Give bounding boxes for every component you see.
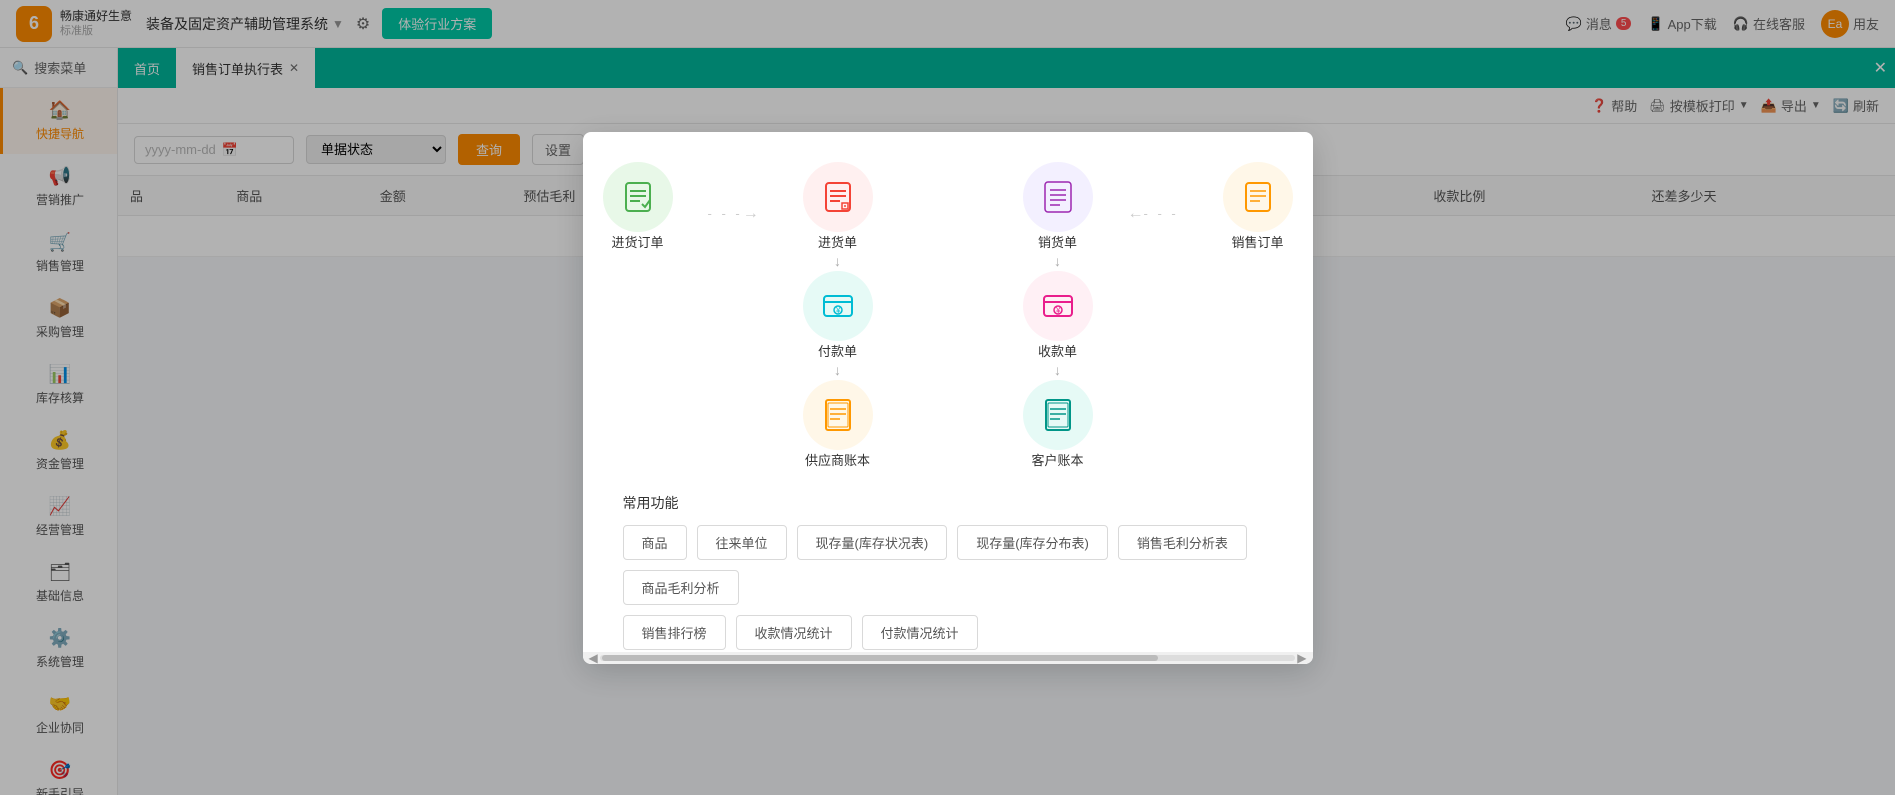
flow-node-receipt-bill[interactable]: ¥ 收款单 (988, 271, 1128, 360)
sales-bill-circle (1023, 162, 1093, 232)
overlay[interactable]: 进货订单 - - - → 进货单 (0, 0, 1895, 795)
sales-order-label: 销售订单 (1231, 232, 1283, 251)
payment-bill-label: 付款单 (818, 341, 857, 360)
func-btn-payment-stats[interactable]: 付款情况统计 (862, 615, 978, 650)
purchase-order-circle (603, 162, 673, 232)
svg-text:¥: ¥ (835, 306, 841, 315)
svg-text:¥: ¥ (1055, 306, 1061, 315)
flow-popup: 进货订单 - - - → 进货单 (583, 132, 1313, 664)
arrow-down-receipt: ↓ (1054, 362, 1061, 378)
flow-node-purchase-bill[interactable]: 进货单 (768, 162, 908, 251)
receipt-bill-circle: ¥ (1023, 271, 1093, 341)
flow-node-supplier-ledger[interactable]: 供应商账本 (768, 380, 908, 469)
scrollbar-track[interactable] (600, 655, 1296, 661)
receipt-bill-label: 收款单 (1038, 341, 1077, 360)
flow-node-sales-bill[interactable]: 销货单 (988, 162, 1128, 251)
purchase-order-label: 进货订单 (611, 232, 663, 251)
func-btn-product[interactable]: 商品 (623, 525, 687, 560)
arrow-down-purchase-bill: ↓ (834, 253, 841, 269)
flow-node-purchase-order[interactable]: 进货订单 (583, 162, 708, 251)
func-btn-product-gross[interactable]: 商品毛利分析 (623, 570, 739, 605)
func-buttons-row2: 销售排行榜 收款情况统计 付款情况统计 (623, 615, 1273, 650)
purchase-bill-label: 进货单 (818, 232, 857, 251)
supplier-ledger-circle (803, 380, 873, 450)
arrow-down-sales-bill: ↓ (1054, 253, 1061, 269)
func-btn-receipt-stats[interactable]: 收款情况统计 (736, 615, 852, 650)
sales-order-circle (1223, 162, 1293, 232)
purchase-bill-circle (803, 162, 873, 232)
func-btn-sales-gross[interactable]: 销售毛利分析表 (1118, 525, 1247, 560)
func-btn-partners[interactable]: 往来单位 (697, 525, 787, 560)
customer-ledger-circle (1023, 380, 1093, 450)
func-btn-inventory-dist[interactable]: 现存量(库存分布表) (957, 525, 1108, 560)
payment-bill-circle: ¥ (803, 271, 873, 341)
flow-node-customer-ledger[interactable]: 客户账本 (988, 380, 1128, 469)
scroll-right-icon[interactable]: ▶ (1295, 651, 1308, 664)
func-buttons-row1: 商品 往来单位 现存量(库存状况表) 现存量(库存分布表) 销售毛利分析表 商品… (623, 525, 1273, 605)
flow-node-payment-bill[interactable]: ¥ 付款单 (768, 271, 908, 360)
flow-node-sales-order[interactable]: 销售订单 (1188, 162, 1313, 251)
sales-bill-label: 销货单 (1038, 232, 1077, 251)
popup-scrollbar[interactable]: ◀ ▶ (583, 652, 1313, 664)
supplier-ledger-label: 供应商账本 (805, 450, 870, 469)
arrow-down-payment: ↓ (834, 362, 841, 378)
scrollbar-thumb[interactable] (602, 655, 1158, 661)
common-functions-title: 常用功能 (623, 493, 1273, 513)
customer-ledger-label: 客户账本 (1031, 450, 1083, 469)
common-functions: 常用功能 商品 往来单位 现存量(库存状况表) 现存量(库存分布表) 销售毛利分… (623, 493, 1273, 650)
func-btn-sales-rank[interactable]: 销售排行榜 (623, 615, 726, 650)
func-btn-inventory-status[interactable]: 现存量(库存状况表) (797, 525, 948, 560)
scroll-left-icon[interactable]: ◀ (587, 651, 600, 664)
